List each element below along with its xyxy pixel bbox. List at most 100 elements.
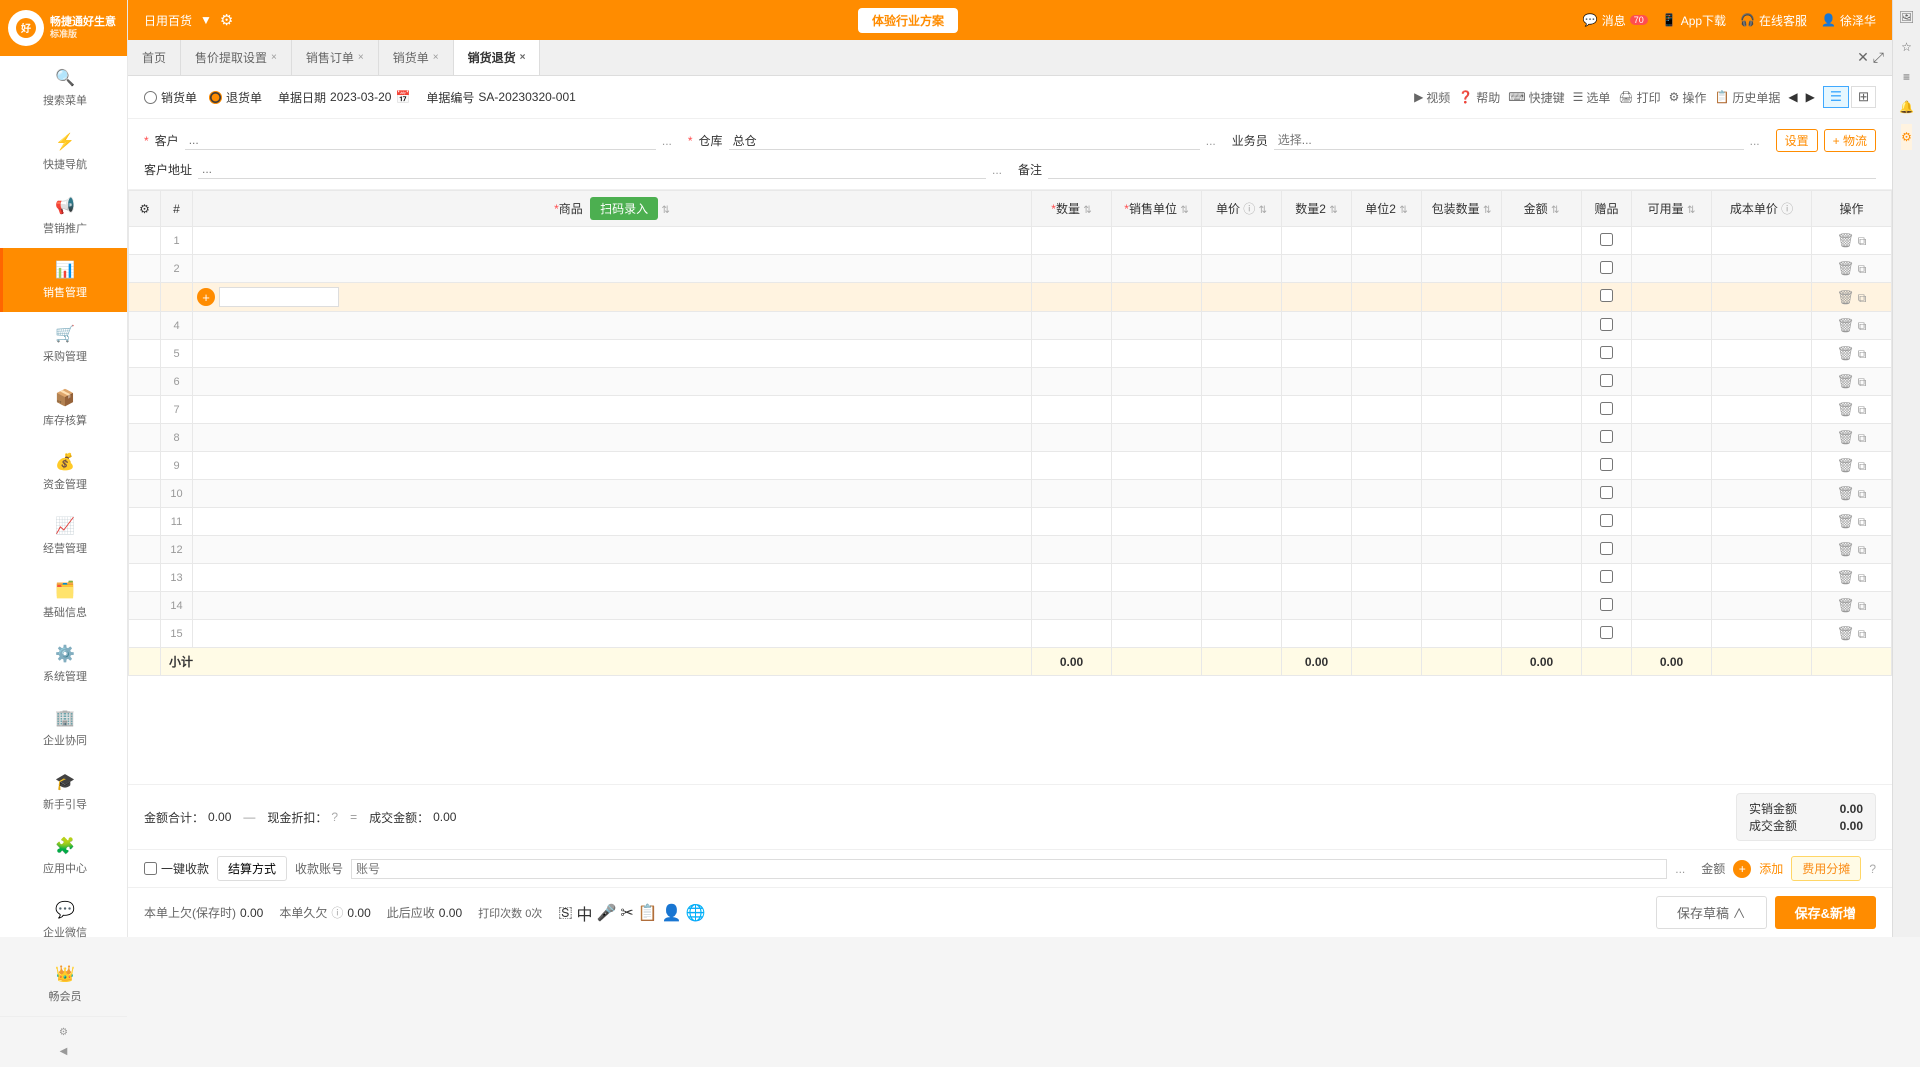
add-logistics-button[interactable]: + 物流 — [1824, 129, 1876, 152]
row-cost-4[interactable] — [1712, 312, 1812, 340]
row-gift-11[interactable] — [1582, 508, 1632, 536]
row-pack-14[interactable] — [1422, 592, 1502, 620]
row-amount-10[interactable] — [1502, 480, 1582, 508]
row-unit2-10[interactable] — [1352, 480, 1422, 508]
copy-row-13[interactable]: ⧉ — [1858, 571, 1867, 586]
row-price-2[interactable] — [1202, 255, 1282, 283]
save-draft-button[interactable]: 保存草稿 ∧ — [1656, 896, 1767, 929]
row-price-9[interactable] — [1202, 452, 1282, 480]
gift-checkbox-15[interactable] — [1600, 626, 1613, 639]
tab-price-close[interactable]: × — [271, 52, 277, 63]
right-panel-item-5[interactable]: ⚙ — [1901, 124, 1912, 150]
row-amount-7[interactable] — [1502, 396, 1582, 424]
copy-row-6[interactable]: ⧉ — [1858, 375, 1867, 390]
tab-sales-close[interactable]: × — [433, 52, 439, 63]
expense-split-btn[interactable]: 费用分摊 — [1791, 856, 1861, 881]
row-avail-4[interactable] — [1632, 312, 1712, 340]
row-product-5[interactable] — [193, 340, 1032, 368]
account-input[interactable] — [351, 859, 1667, 879]
radio-sales-input[interactable] — [144, 91, 157, 104]
copy-row-15[interactable]: ⧉ — [1858, 627, 1867, 642]
copy-row-4[interactable]: ⧉ — [1858, 319, 1867, 334]
row-unit-10[interactable] — [1112, 480, 1202, 508]
row-qty2-12[interactable] — [1282, 536, 1352, 564]
pack-sort-icon[interactable]: ⇅ — [1483, 205, 1491, 216]
toolbar-icon-7[interactable]: 🌐 — [686, 903, 706, 923]
delete-row-6[interactable]: 🗑 — [1837, 373, 1855, 390]
row-amount-13[interactable] — [1502, 564, 1582, 592]
row-unit2-14[interactable] — [1352, 592, 1422, 620]
row-avail-1[interactable] — [1632, 227, 1712, 255]
row-qty-1[interactable] — [1032, 227, 1112, 255]
row-qty-7[interactable] — [1032, 396, 1112, 424]
row-cost-9[interactable] — [1712, 452, 1812, 480]
row-amount-3[interactable] — [1502, 283, 1582, 312]
sidebar-item-purchase[interactable]: 🛒 采购管理 — [0, 312, 127, 376]
row-qty2-1[interactable] — [1282, 227, 1352, 255]
row-avail-9[interactable] — [1632, 452, 1712, 480]
notification-btn[interactable]: 💬 消息 70 — [1583, 12, 1648, 29]
toolbar-icon-6[interactable]: 👤 — [662, 903, 682, 923]
sidebar-item-system[interactable]: ⚙️ 系统管理 — [0, 632, 127, 696]
maximize-icon[interactable]: ⤢ — [1873, 49, 1884, 66]
row-qty2-4[interactable] — [1282, 312, 1352, 340]
right-panel-item-4[interactable]: 🔔 — [1899, 94, 1914, 120]
row-gift-10[interactable] — [1582, 480, 1632, 508]
row-unit-9[interactable] — [1112, 452, 1202, 480]
row-unit-8[interactable] — [1112, 424, 1202, 452]
row-pack-12[interactable] — [1422, 536, 1502, 564]
row-qty-8[interactable] — [1032, 424, 1112, 452]
warehouse-input[interactable] — [729, 131, 1200, 150]
row-unit-1[interactable] — [1112, 227, 1202, 255]
address-input[interactable] — [198, 160, 986, 179]
tab-sales[interactable]: 销货单 × — [379, 40, 454, 75]
copy-row-10[interactable]: ⧉ — [1858, 487, 1867, 502]
row-cost-13[interactable] — [1712, 564, 1812, 592]
row-unit-12[interactable] — [1112, 536, 1202, 564]
unit2-sort-icon[interactable]: ⇅ — [1399, 205, 1407, 216]
row-unit2-1[interactable] — [1352, 227, 1422, 255]
sidebar-settings[interactable]: ⚙ — [59, 1027, 68, 1038]
radio-return-input[interactable] — [209, 91, 222, 104]
row-pack-15[interactable] — [1422, 620, 1502, 648]
toolbar-icon-1[interactable]: 🇸 — [558, 904, 572, 922]
row-qty2-2[interactable] — [1282, 255, 1352, 283]
row-qty2-7[interactable] — [1282, 396, 1352, 424]
gift-checkbox-7[interactable] — [1600, 402, 1613, 415]
print-btn[interactable]: 🖨 打印 — [1618, 89, 1660, 106]
row-amount-2[interactable] — [1502, 255, 1582, 283]
row-price-6[interactable] — [1202, 368, 1282, 396]
row-qty-3[interactable] — [1032, 283, 1112, 312]
row-amount-11[interactable] — [1502, 508, 1582, 536]
row-qty-4[interactable] — [1032, 312, 1112, 340]
row-amount-5[interactable] — [1502, 340, 1582, 368]
row-unit2-2[interactable] — [1352, 255, 1422, 283]
app-download-btn[interactable]: 📱 App下载 — [1662, 12, 1726, 29]
row-qty2-3[interactable] — [1282, 283, 1352, 312]
row-avail-6[interactable] — [1632, 368, 1712, 396]
row-gift-6[interactable] — [1582, 368, 1632, 396]
row-product-9[interactable] — [193, 452, 1032, 480]
row-product-8[interactable] — [193, 424, 1032, 452]
row-qty2-10[interactable] — [1282, 480, 1352, 508]
prev-record-icon[interactable]: ◀ — [1788, 90, 1797, 104]
row-pack-3[interactable] — [1422, 283, 1502, 312]
copy-row-11[interactable]: ⧉ — [1858, 515, 1867, 530]
row-qty-14[interactable] — [1032, 592, 1112, 620]
row-price-15[interactable] — [1202, 620, 1282, 648]
row-qty2-9[interactable] — [1282, 452, 1352, 480]
row-unit-5[interactable] — [1112, 340, 1202, 368]
row-product-3[interactable]: + — [193, 283, 1032, 312]
row-price-13[interactable] — [1202, 564, 1282, 592]
delete-row-15[interactable]: 🗑 — [1837, 625, 1855, 642]
copy-row-3[interactable]: ⧉ — [1858, 291, 1867, 306]
row-product-2[interactable] — [193, 255, 1032, 283]
row-avail-14[interactable] — [1632, 592, 1712, 620]
row-unit2-5[interactable] — [1352, 340, 1422, 368]
row-pack-1[interactable] — [1422, 227, 1502, 255]
row-qty2-6[interactable] — [1282, 368, 1352, 396]
one-click-label[interactable]: 一键收款 — [144, 860, 209, 877]
row-product-7[interactable] — [193, 396, 1032, 424]
row-unit2-3[interactable] — [1352, 283, 1422, 312]
gift-checkbox-4[interactable] — [1600, 318, 1613, 331]
